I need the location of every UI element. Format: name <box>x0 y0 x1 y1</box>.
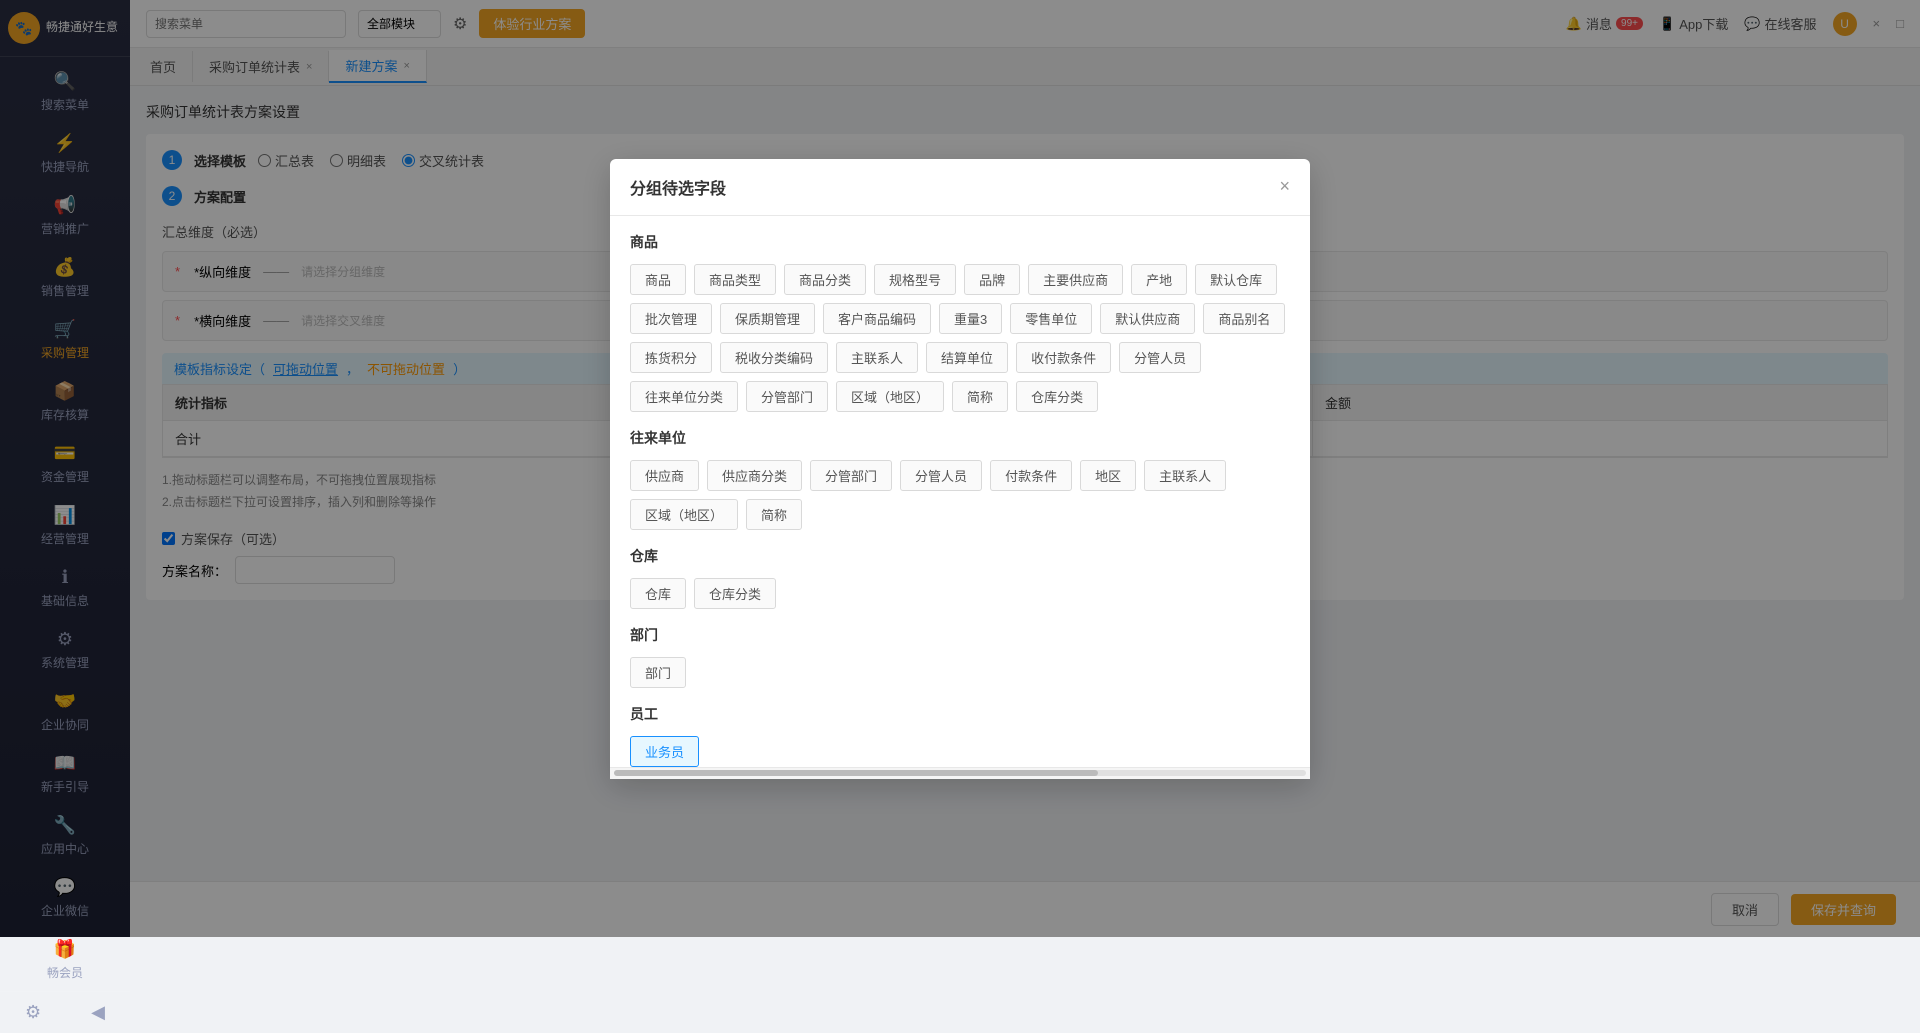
field-btn-region2[interactable]: 区域（地区） <box>630 499 738 530</box>
field-btn-dept[interactable]: 分管部门 <box>746 381 828 412</box>
field-btn-origin[interactable]: 产地 <box>1131 264 1187 295</box>
field-btn-tax-code[interactable]: 税收分类编码 <box>720 342 828 373</box>
section-title-warehouse: 仓库 <box>630 546 1290 566</box>
field-btn-goods[interactable]: 商品 <box>630 264 686 295</box>
field-btn-customer-code[interactable]: 客户商品编码 <box>823 303 931 334</box>
sidebar-item-label: 畅会员 <box>47 964 83 981</box>
sidebar-collapse-icon[interactable]: ◀ <box>91 1002 105 1023</box>
field-btn-expiry-mgmt[interactable]: 保质期管理 <box>720 303 815 334</box>
modal-close-icon[interactable]: × <box>1279 176 1290 197</box>
modal-title: 分组待选字段 <box>630 175 726 199</box>
field-btn-person2[interactable]: 分管人员 <box>900 460 982 491</box>
field-btn-warehouse-cat[interactable]: 仓库分类 <box>1016 381 1098 412</box>
field-grid-department: 部门 <box>630 657 1290 688</box>
field-btn-warehouse-cat2[interactable]: 仓库分类 <box>694 578 776 609</box>
field-btn-region[interactable]: 区域（地区） <box>836 381 944 412</box>
field-btn-pick-score[interactable]: 拣货积分 <box>630 342 712 373</box>
field-btn-brand[interactable]: 品牌 <box>964 264 1020 295</box>
modal-header: 分组待选字段 × <box>610 159 1310 216</box>
sidebar-item-member[interactable]: 🎁 畅会员 <box>0 929 130 991</box>
field-btn-settle-unit[interactable]: 结算单位 <box>926 342 1008 373</box>
sidebar-bottom: ⚙ ◀ <box>0 991 130 1033</box>
field-btn-main-supplier[interactable]: 主要供应商 <box>1028 264 1123 295</box>
section-title-goods: 商品 <box>630 232 1290 252</box>
field-btn-salesperson[interactable]: 业务员 <box>630 736 699 767</box>
field-btn-main-contact2[interactable]: 主联系人 <box>1144 460 1226 491</box>
field-btn-supplier[interactable]: 供应商 <box>630 460 699 491</box>
field-btn-retail-unit[interactable]: 零售单位 <box>1010 303 1092 334</box>
section-title-partner: 往来单位 <box>630 428 1290 448</box>
member-icon: 🎁 <box>54 939 76 960</box>
field-btn-default-supplier[interactable]: 默认供应商 <box>1100 303 1195 334</box>
field-btn-weight3[interactable]: 重量3 <box>939 303 1002 334</box>
field-btn-area[interactable]: 地区 <box>1080 460 1136 491</box>
field-btn-dept2[interactable]: 分管部门 <box>810 460 892 491</box>
modal-horizontal-scroll[interactable] <box>610 767 1310 779</box>
section-title-employee: 员工 <box>630 704 1290 724</box>
field-btn-short-name[interactable]: 简称 <box>952 381 1008 412</box>
field-btn-batch-mgmt[interactable]: 批次管理 <box>630 303 712 334</box>
field-btn-goods-cat[interactable]: 商品分类 <box>784 264 866 295</box>
field-btn-supervisor[interactable]: 分管人员 <box>1119 342 1201 373</box>
field-btn-spec-model[interactable]: 规格型号 <box>874 264 956 295</box>
field-btn-goods-alias[interactable]: 商品别名 <box>1203 303 1285 334</box>
field-btn-short-name2[interactable]: 简称 <box>746 499 802 530</box>
field-btn-partner-cat[interactable]: 往来单位分类 <box>630 381 738 412</box>
field-select-modal: 分组待选字段 × 商品 商品 商品类型 商品分类 规格型号 品牌 主要供应商 产… <box>610 159 1310 779</box>
sidebar-settings-icon[interactable]: ⚙ <box>25 1002 41 1023</box>
field-btn-warehouse[interactable]: 仓库 <box>630 578 686 609</box>
field-btn-payment-cond[interactable]: 付款条件 <box>990 460 1072 491</box>
modal-body[interactable]: 商品 商品 商品类型 商品分类 规格型号 品牌 主要供应商 产地 默认仓库 批次… <box>610 216 1310 767</box>
field-grid-employee: 业务员 <box>630 736 1290 767</box>
section-title-department: 部门 <box>630 625 1290 645</box>
field-grid-partner: 供应商 供应商分类 分管部门 分管人员 付款条件 地区 主联系人 区域（地区） … <box>630 460 1290 530</box>
field-grid-warehouse: 仓库 仓库分类 <box>630 578 1290 609</box>
field-btn-payment-terms[interactable]: 收付款条件 <box>1016 342 1111 373</box>
field-btn-supplier-cat[interactable]: 供应商分类 <box>707 460 802 491</box>
modal-overlay: 分组待选字段 × 商品 商品 商品类型 商品分类 规格型号 品牌 主要供应商 产… <box>0 0 1920 937</box>
field-grid-goods: 商品 商品类型 商品分类 规格型号 品牌 主要供应商 产地 默认仓库 批次管理 … <box>630 264 1290 412</box>
field-btn-department[interactable]: 部门 <box>630 657 686 688</box>
field-btn-default-warehouse[interactable]: 默认仓库 <box>1195 264 1277 295</box>
field-btn-goods-type[interactable]: 商品类型 <box>694 264 776 295</box>
field-btn-main-contact[interactable]: 主联系人 <box>836 342 918 373</box>
